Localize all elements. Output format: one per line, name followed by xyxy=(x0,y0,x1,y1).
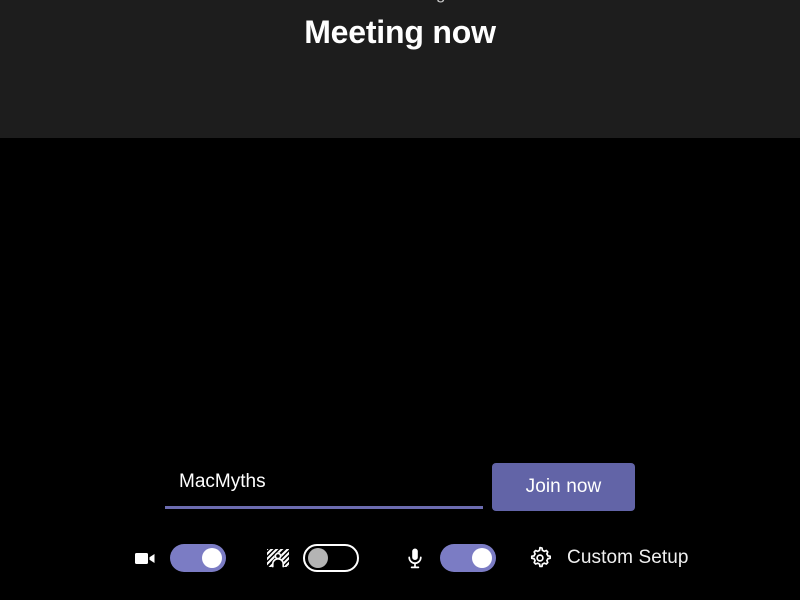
display-name-input[interactable] xyxy=(165,463,483,509)
header-clipped-text: Join the meeting now xyxy=(0,0,800,4)
microphone-toggle[interactable] xyxy=(440,544,496,572)
video-camera-icon xyxy=(132,545,158,571)
microphone-control-group xyxy=(402,536,496,580)
device-controls-row: Custom Setup xyxy=(0,536,800,580)
camera-control-group xyxy=(132,536,226,580)
custom-setup-button[interactable]: Custom Setup xyxy=(527,536,689,580)
camera-toggle[interactable] xyxy=(170,544,226,572)
page-title: Meeting now xyxy=(304,14,496,50)
join-row: Join now xyxy=(165,463,635,511)
background-effects-toggle-knob xyxy=(308,548,328,568)
background-effects-toggle[interactable] xyxy=(303,544,359,572)
microphone-toggle-knob xyxy=(472,548,492,568)
microphone-icon xyxy=(402,545,428,571)
background-effects-control-group xyxy=(265,536,359,580)
background-blur-icon xyxy=(265,545,291,571)
header-bar: Join the meeting now Meeting now xyxy=(0,0,800,138)
camera-toggle-knob xyxy=(202,548,222,568)
meeting-prejoin-screen: Join the meeting now Meeting now Join no… xyxy=(0,0,800,600)
video-preview-stage xyxy=(0,138,800,600)
gear-icon xyxy=(527,545,553,571)
custom-setup-label: Custom Setup xyxy=(567,547,689,568)
join-now-button[interactable]: Join now xyxy=(492,463,635,511)
